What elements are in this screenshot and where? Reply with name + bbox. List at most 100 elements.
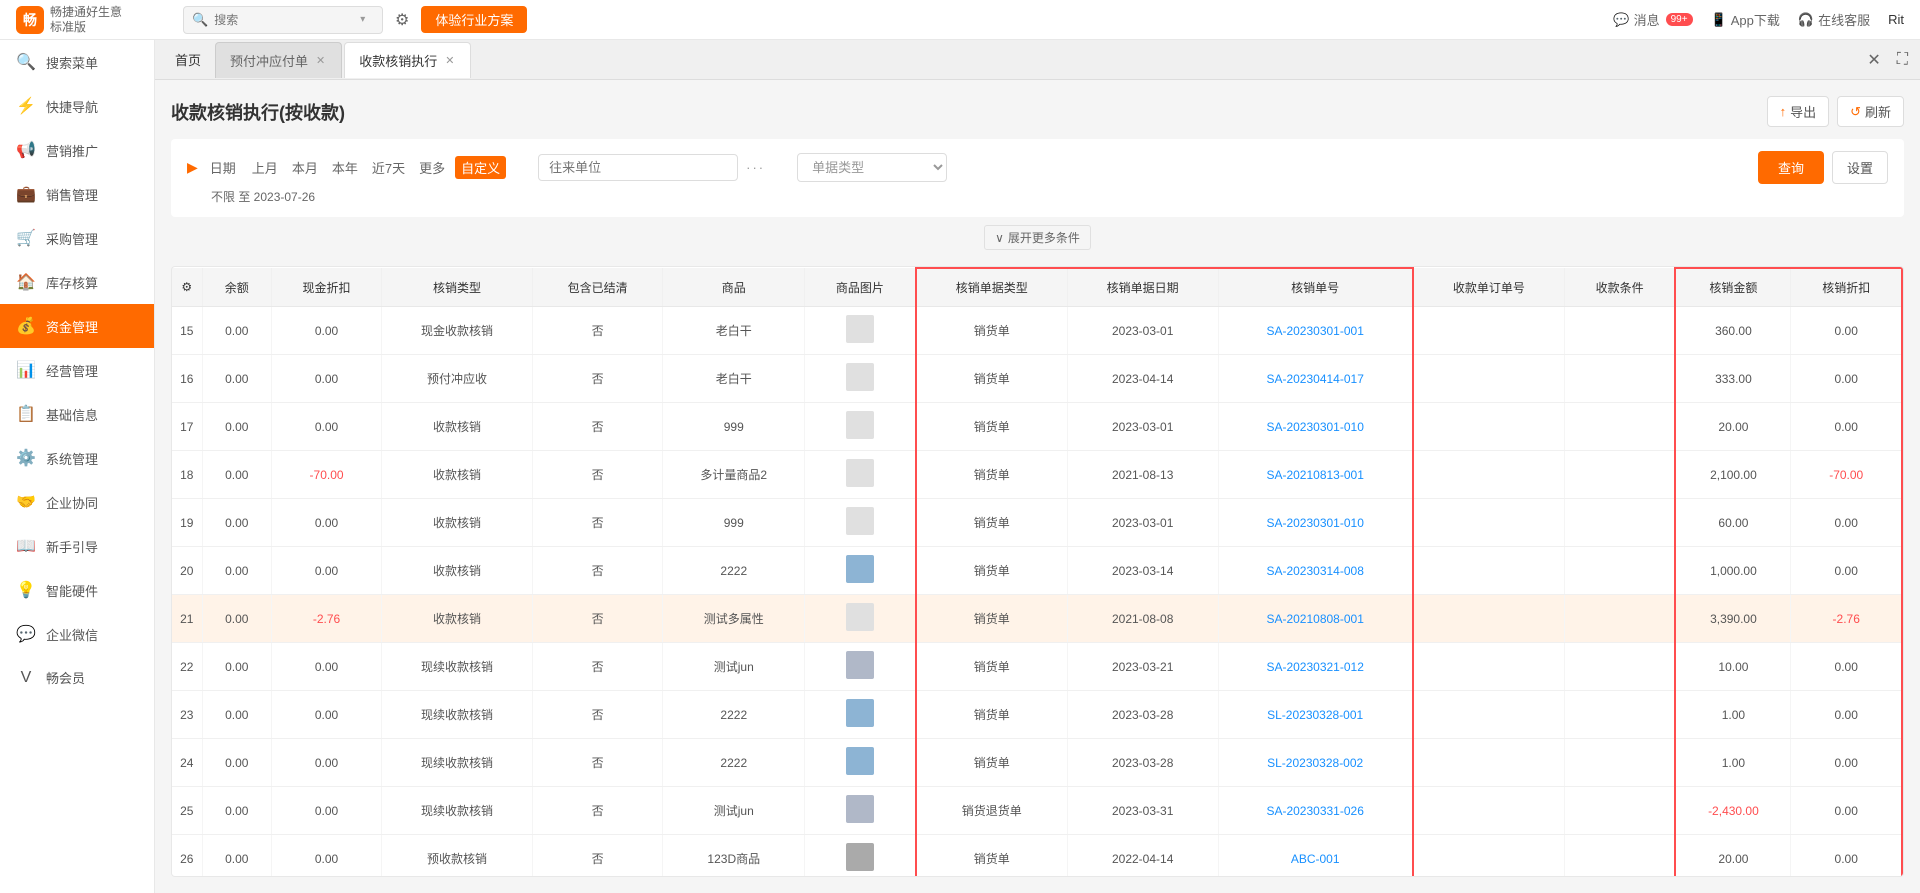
tab-prepaid-close[interactable]: ✕ — [314, 52, 327, 69]
page-content: 收款核销执行(按收款) ↑ 导出 ↺ 刷新 ▶ 日期 — [155, 80, 1920, 893]
sidebar-item-marketing[interactable]: 📢 营销推广 — [0, 128, 154, 172]
th-receipt-cond: 收款条件 — [1564, 268, 1675, 307]
setting-btn[interactable]: 设置 — [1832, 151, 1888, 184]
sidebar-item-label: 快捷导航 — [46, 97, 98, 116]
filter-date-this-year[interactable]: 本年 — [328, 156, 362, 179]
th-bill-report-type: 核销单据类型 — [916, 268, 1068, 307]
search-bar[interactable]: 🔍 ▾ — [183, 6, 383, 34]
hardware-icon: 💡 — [16, 580, 36, 600]
basics-icon: 📋 — [16, 404, 36, 424]
sidebar-item-hardware[interactable]: 💡 智能硬件 — [0, 568, 154, 612]
filter-date-more[interactable]: 更多 — [415, 156, 449, 179]
table-row: 220.000.00现续收款核销否测试jun销货单2023-03-21SA-20… — [172, 643, 1902, 691]
th-verify-discount: 核销折扣 — [1791, 268, 1902, 307]
top-bar-right: 💬 消息 99+ 📱 App下载 🎧 在线客服 Rit — [1613, 10, 1904, 29]
search-icon: 🔍 — [192, 12, 208, 28]
th-include-settled: 包含已结清 — [532, 268, 662, 307]
tab-prepaid[interactable]: 预付冲应付单 ✕ — [215, 42, 342, 78]
purchase-icon: 🛒 — [16, 228, 36, 248]
sidebar-item-purchase[interactable]: 🛒 采购管理 — [0, 216, 154, 260]
th-balance: 余额 — [202, 268, 271, 307]
guide-icon: 📖 — [16, 536, 36, 556]
sidebar-item-collab[interactable]: 🤝 企业协同 — [0, 480, 154, 524]
online-service-btn[interactable]: 🎧 在线客服 — [1798, 10, 1870, 29]
inventory-icon: 🏠 — [16, 272, 36, 292]
tab-verify-close[interactable]: ✕ — [443, 52, 456, 69]
content-area: 首页 预付冲应付单 ✕ 收款核销执行 ✕ ✕ ⛶ 收款核销执行(按收款) — [155, 40, 1920, 893]
filter-date-7days[interactable]: 近7天 — [368, 156, 409, 179]
sidebar-item-inventory[interactable]: 🏠 库存核算 — [0, 260, 154, 304]
table-row: 160.000.00预付冲应收否老白干销货单2023-04-14SA-20230… — [172, 355, 1902, 403]
sidebar-item-operations[interactable]: 📊 经营管理 — [0, 348, 154, 392]
message-btn[interactable]: 💬 消息 99+ — [1613, 10, 1692, 29]
table-row: 230.000.00现续收款核销否2222销货单2023-03-28SL-202… — [172, 691, 1902, 739]
search-input[interactable] — [214, 13, 354, 27]
page-title: 收款核销执行(按收款) — [171, 99, 345, 125]
tab-home[interactable]: 首页 — [163, 42, 213, 78]
filter-date-custom[interactable]: 自定义 — [455, 156, 506, 179]
filter-date-last-month[interactable]: 上月 — [248, 156, 282, 179]
sidebar-item-label: 销售管理 — [46, 185, 98, 204]
sidebar-item-finance[interactable]: 💰 资金管理 — [0, 304, 154, 348]
export-btn[interactable]: ↑ 导出 — [1767, 96, 1830, 127]
table-row: 240.000.00现续收款核销否2222销货单2023-03-28SL-202… — [172, 739, 1902, 787]
th-product-image: 商品图片 — [805, 268, 916, 307]
sidebar-item-label: 新手引导 — [46, 537, 98, 556]
sidebar-item-label: 搜索菜单 — [46, 53, 98, 72]
logo-icon: 畅 — [16, 6, 44, 34]
search-menu-icon: 🔍 — [16, 52, 36, 72]
message-badge: 99+ — [1666, 13, 1693, 26]
sidebar-item-member[interactable]: V 畅会员 — [0, 656, 154, 699]
main-layout: 🔍 搜索菜单 ⚡ 快捷导航 📢 营销推广 💼 销售管理 🛒 采购管理 🏠 库存核… — [0, 40, 1920, 893]
query-btn[interactable]: 查询 — [1758, 151, 1824, 184]
sidebar: 🔍 搜索菜单 ⚡ 快捷导航 📢 营销推广 💼 销售管理 🛒 采购管理 🏠 库存核… — [0, 40, 155, 893]
headset-icon: 🎧 — [1798, 12, 1814, 28]
chevron-down-icon: ∨ — [995, 231, 1004, 245]
sidebar-item-search[interactable]: 🔍 搜索菜单 — [0, 40, 154, 84]
th-bill-no: 核销单号 — [1218, 268, 1413, 307]
sidebar-item-label: 企业微信 — [46, 625, 98, 644]
sidebar-item-label: 营销推广 — [46, 141, 98, 160]
data-table-wrap: ⚙ 余额 现金折扣 核销类型 包含已结清 商品 商品图片 核销单据类型 核销单据… — [171, 266, 1904, 877]
table-row: 190.000.00收款核销否999销货单2023-03-01SA-202303… — [172, 499, 1902, 547]
maximize-icon[interactable]: ⛶ — [1893, 47, 1912, 73]
bill-type-select[interactable]: 单据类型 — [797, 153, 947, 182]
data-table: ⚙ 余额 现金折扣 核销类型 包含已结清 商品 商品图片 核销单据类型 核销单据… — [172, 267, 1903, 877]
sidebar-item-guide[interactable]: 📖 新手引导 — [0, 524, 154, 568]
sidebar-item-quicknav[interactable]: ⚡ 快捷导航 — [0, 84, 154, 128]
sidebar-item-basics[interactable]: 📋 基础信息 — [0, 392, 154, 436]
tab-verify-label: 收款核销执行 — [359, 51, 437, 70]
sidebar-item-system[interactable]: ⚙️ 系统管理 — [0, 436, 154, 480]
th-receipt-order-no: 收款单订单号 — [1413, 268, 1565, 307]
finance-icon: 💰 — [16, 316, 36, 336]
sidebar-item-label: 系统管理 — [46, 449, 98, 468]
refresh-btn[interactable]: ↺ 刷新 — [1837, 96, 1904, 127]
expand-conditions-btn[interactable]: ∨ 展开更多条件 — [984, 225, 1091, 250]
filter-row: ▶ 日期 上月 本月 本年 近7天 更多 自定义 ··· — [187, 151, 1888, 184]
chevron-down-icon: ▾ — [360, 14, 365, 25]
th-cash-discount: 现金折扣 — [271, 268, 381, 307]
sidebar-item-label: 资金管理 — [46, 317, 98, 336]
filter-collapse-icon[interactable]: ▶ — [187, 159, 198, 176]
close-window-icon[interactable]: ✕ — [1863, 46, 1884, 74]
export-icon: ↑ — [1780, 104, 1787, 119]
industry-btn[interactable]: 体验行业方案 — [421, 6, 527, 33]
system-icon: ⚙️ — [16, 448, 36, 468]
header-actions: ↑ 导出 ↺ 刷新 — [1767, 96, 1904, 127]
table-row: 260.000.00预收款核销否123D商品销货单2022-04-14ABC-0… — [172, 835, 1902, 878]
table-row: 170.000.00收款核销否999销货单2023-03-01SA-202303… — [172, 403, 1902, 451]
table-header-row: ⚙ 余额 现金折扣 核销类型 包含已结清 商品 商品图片 核销单据类型 核销单据… — [172, 268, 1902, 307]
filter-date-this-month[interactable]: 本月 — [288, 156, 322, 179]
sidebar-item-wechat[interactable]: 💬 企业微信 — [0, 612, 154, 656]
collab-icon: 🤝 — [16, 492, 36, 512]
app-download-btn[interactable]: 📱 App下载 — [1711, 10, 1780, 29]
filter-bar: ▶ 日期 上月 本月 本年 近7天 更多 自定义 ··· — [171, 139, 1904, 217]
operations-icon: 📊 — [16, 360, 36, 380]
counterparty-input[interactable] — [538, 154, 738, 181]
filter-date-label: 日期 — [210, 158, 236, 177]
gear-icon[interactable]: ⚙ — [395, 10, 409, 30]
app-icon: 📱 — [1711, 12, 1727, 28]
tab-verify[interactable]: 收款核销执行 ✕ — [344, 42, 471, 78]
tab-prepaid-label: 预付冲应付单 — [230, 51, 308, 70]
sidebar-item-sales[interactable]: 💼 销售管理 — [0, 172, 154, 216]
